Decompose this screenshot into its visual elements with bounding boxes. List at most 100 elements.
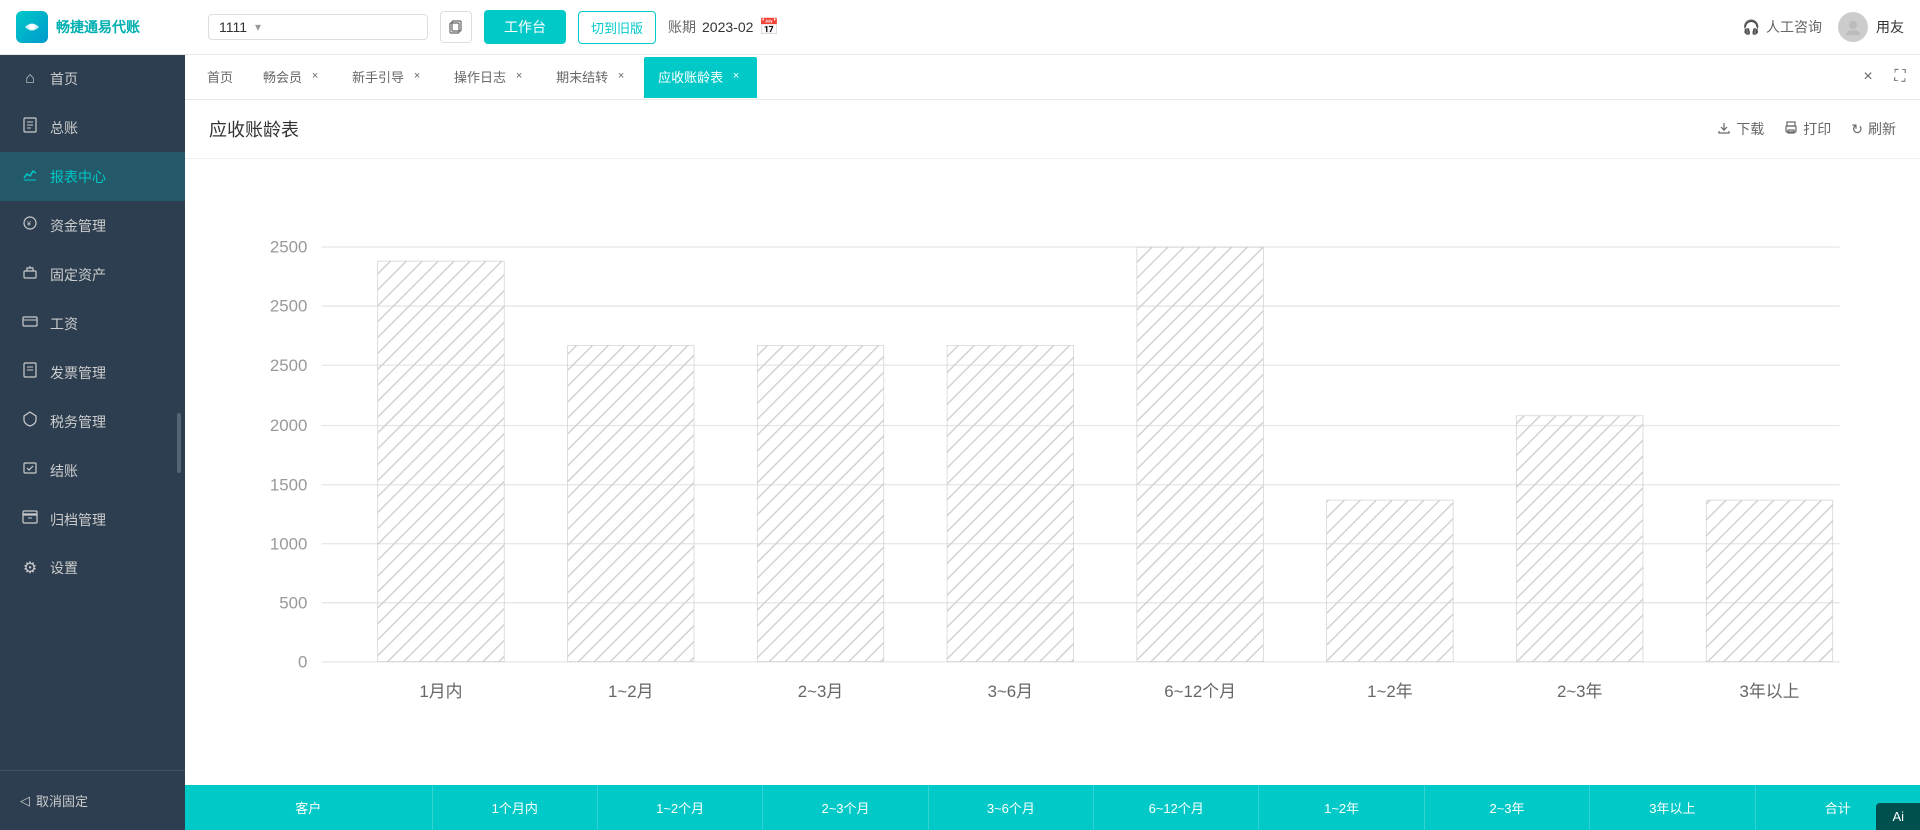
cancel-fixed-button[interactable]: ◁ 取消固定 bbox=[0, 781, 185, 820]
sidebar-item-label: 首页 bbox=[50, 69, 78, 89]
tab-actions: × ⛶ bbox=[1856, 65, 1912, 89]
table-col-6-12m: 6~12个月 bbox=[1094, 785, 1259, 830]
svg-text:1500: 1500 bbox=[270, 475, 308, 494]
copy-button[interactable] bbox=[440, 11, 472, 43]
table-header: 客户 1个月内 1~2个月 2~3个月 3~6个月 6~12个月 bbox=[185, 785, 1920, 830]
col-label: 3年以上 bbox=[1649, 798, 1695, 817]
sidebar-item-funds[interactable]: ¥ 资金管理 bbox=[0, 201, 185, 250]
table-col-1-2m: 1~2个月 bbox=[598, 785, 763, 830]
tax-icon bbox=[20, 411, 40, 432]
reports-icon bbox=[20, 166, 40, 187]
archive-icon bbox=[20, 509, 40, 530]
tab-close-ar-aging[interactable]: × bbox=[729, 69, 743, 83]
sidebar-item-reports[interactable]: 报表中心 bbox=[0, 152, 185, 201]
tab-expand-button[interactable]: ⛶ bbox=[1888, 65, 1912, 89]
tab-member[interactable]: 畅会员 × bbox=[249, 57, 336, 98]
scroll-indicator bbox=[177, 413, 181, 473]
svg-text:3年以上: 3年以上 bbox=[1739, 682, 1799, 701]
chart-container: 2500 2500 2500 2000 1500 1000 500 0 bbox=[185, 159, 1920, 785]
sidebar-item-home[interactable]: ⌂ 首页 bbox=[0, 55, 185, 103]
sidebar-item-label: 发票管理 bbox=[50, 363, 106, 383]
svg-text:1月内: 1月内 bbox=[419, 682, 462, 701]
sidebar-item-label: 报表中心 bbox=[50, 167, 106, 187]
svg-text:2500: 2500 bbox=[270, 238, 308, 257]
home-icon: ⌂ bbox=[20, 70, 40, 88]
svg-text:500: 500 bbox=[279, 593, 307, 612]
svg-text:1~2年: 1~2年 bbox=[1367, 682, 1413, 701]
sidebar-item-archive[interactable]: 归档管理 bbox=[0, 495, 185, 544]
download-label: 下载 bbox=[1736, 119, 1764, 139]
user-area[interactable]: 用友 bbox=[1838, 12, 1904, 42]
table-col-1-2y: 1~2年 bbox=[1259, 785, 1424, 830]
pin-icon: ◁ bbox=[20, 793, 30, 809]
tab-log[interactable]: 操作日志 × bbox=[440, 57, 540, 98]
svg-text:2500: 2500 bbox=[270, 356, 308, 375]
ledger-icon bbox=[20, 117, 40, 138]
sidebar-item-tax[interactable]: 税务管理 bbox=[0, 397, 185, 446]
tab-label: 首页 bbox=[207, 67, 233, 86]
tab-label: 新手引导 bbox=[352, 67, 404, 86]
logo-icon bbox=[16, 11, 48, 43]
cancel-fixed-label: 取消固定 bbox=[36, 791, 88, 810]
page-header: 应收账龄表 下载 bbox=[185, 100, 1920, 159]
sidebar-item-closing[interactable]: 结账 bbox=[0, 446, 185, 495]
sidebar-item-ledger[interactable]: 总账 bbox=[0, 103, 185, 152]
chevron-down-icon: ▾ bbox=[255, 20, 261, 34]
tab-close-member[interactable]: × bbox=[308, 69, 322, 83]
sidebar-item-settings[interactable]: ⚙ 设置 bbox=[0, 544, 185, 592]
print-icon bbox=[1784, 121, 1798, 138]
period-value: 2023-02 bbox=[702, 19, 753, 35]
col-label: 1个月内 bbox=[492, 798, 538, 817]
col-label: 客户 bbox=[295, 798, 321, 817]
col-label: 1~2年 bbox=[1324, 798, 1359, 817]
col-label: 2~3年 bbox=[1489, 798, 1524, 817]
sidebar-item-label: 总账 bbox=[50, 118, 78, 138]
sidebar-bottom: ◁ 取消固定 bbox=[0, 770, 185, 830]
consult-button[interactable]: 🎧 人工咨询 bbox=[1743, 17, 1822, 37]
salary-icon bbox=[20, 313, 40, 334]
tab-ar-aging[interactable]: 应收账龄表 × bbox=[644, 57, 757, 98]
col-label: 合计 bbox=[1825, 798, 1851, 817]
switch-version-button[interactable]: 切到旧版 bbox=[578, 11, 656, 44]
col-label: 3~6个月 bbox=[987, 798, 1035, 817]
refresh-label: 刷新 bbox=[1868, 119, 1896, 139]
ai-floating-badge[interactable]: Ai bbox=[1876, 803, 1920, 830]
sidebar-item-assets[interactable]: 固定资产 bbox=[0, 250, 185, 299]
tab-close-all-button[interactable]: × bbox=[1856, 65, 1880, 89]
sidebar-item-salary[interactable]: 工资 bbox=[0, 299, 185, 348]
company-selector[interactable]: 1111 ▾ bbox=[208, 14, 428, 40]
tab-guide[interactable]: 新手引导 × bbox=[338, 57, 438, 98]
svg-text:1~2月: 1~2月 bbox=[608, 682, 653, 701]
svg-text:2~3年: 2~3年 bbox=[1557, 682, 1603, 701]
table-col-1m: 1个月内 bbox=[433, 785, 598, 830]
calendar-icon[interactable]: 📅 bbox=[759, 17, 779, 37]
company-name: 1111 bbox=[219, 19, 247, 35]
table-col-2-3y: 2~3年 bbox=[1425, 785, 1590, 830]
svg-text:2500: 2500 bbox=[270, 297, 308, 316]
logo-area: 畅捷通易代账 bbox=[16, 11, 196, 43]
top-header: 畅捷通易代账 1111 ▾ 工作台 切到旧版 账期 2023-02 📅 🎧 人工… bbox=[0, 0, 1920, 55]
tab-period-end[interactable]: 期末结转 × bbox=[542, 57, 642, 98]
tab-close-period-end[interactable]: × bbox=[614, 69, 628, 83]
svg-text:¥: ¥ bbox=[27, 221, 31, 228]
sidebar-item-label: 结账 bbox=[50, 461, 78, 481]
ai-label: Ai bbox=[1892, 809, 1904, 824]
sidebar: ⌂ 首页 总账 报表中心 bbox=[0, 55, 185, 830]
svg-text:3~6月: 3~6月 bbox=[988, 682, 1033, 701]
print-button[interactable]: 打印 bbox=[1784, 119, 1831, 139]
svg-text:0: 0 bbox=[298, 652, 307, 671]
workbench-button[interactable]: 工作台 bbox=[484, 10, 566, 44]
tab-close-log[interactable]: × bbox=[512, 69, 526, 83]
tab-home[interactable]: 首页 bbox=[193, 57, 247, 98]
download-button[interactable]: 下载 bbox=[1717, 119, 1764, 139]
assets-icon bbox=[20, 264, 40, 285]
tab-close-guide[interactable]: × bbox=[410, 69, 424, 83]
sidebar-item-invoice[interactable]: 发票管理 bbox=[0, 348, 185, 397]
page-actions: 下载 打印 ↻ 刷新 bbox=[1717, 119, 1896, 139]
sidebar-item-label: 工资 bbox=[50, 314, 78, 334]
print-label: 打印 bbox=[1803, 119, 1831, 139]
refresh-button[interactable]: ↻ 刷新 bbox=[1851, 119, 1896, 139]
sidebar-item-label: 税务管理 bbox=[50, 412, 106, 432]
content-area: 首页 畅会员 × 新手引导 × 操作日志 × 期末结转 × 应收账龄表 × bbox=[185, 55, 1920, 830]
sidebar-item-label: 归档管理 bbox=[50, 510, 106, 530]
